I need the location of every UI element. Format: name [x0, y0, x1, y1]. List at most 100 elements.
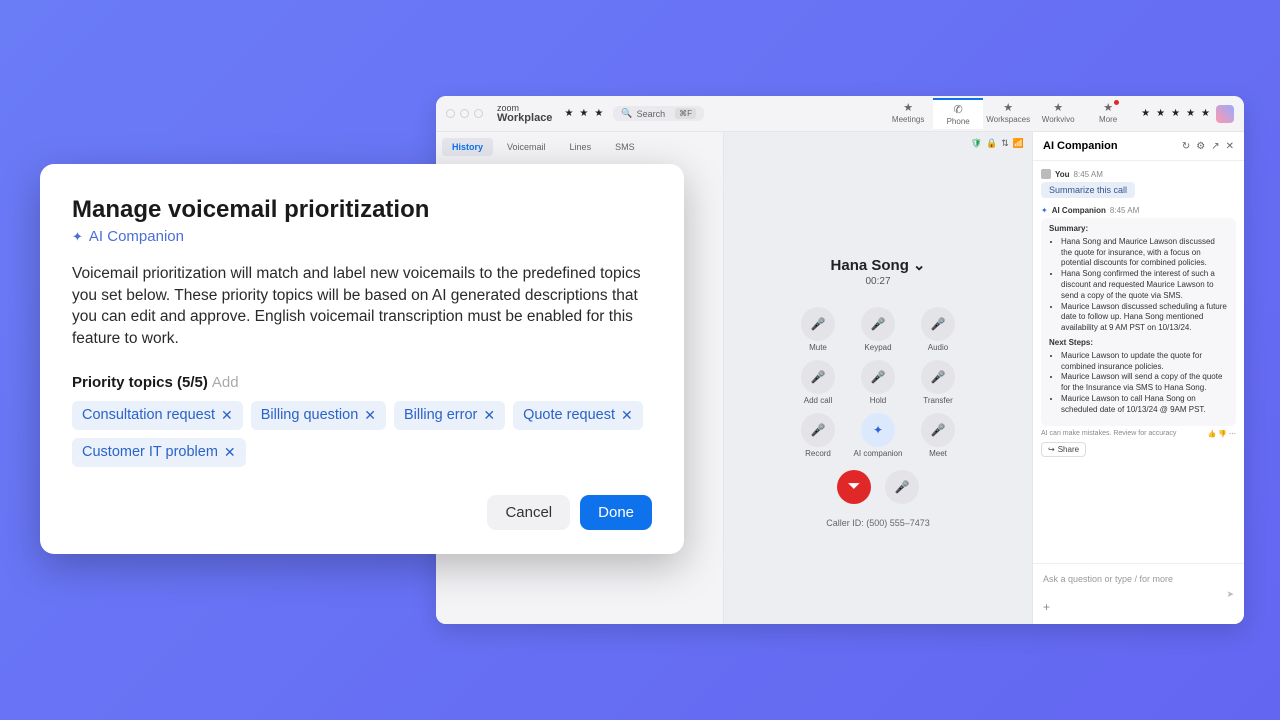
summary-block: Summary: Hana Song and Maurice Lawson di…	[1041, 218, 1236, 426]
phone-down-icon: ⏷	[848, 478, 861, 496]
titlebar: zoomWorkplace ★ ★ ★ 🔍 Search ⌘F ★Meeting…	[436, 96, 1244, 132]
mic-icon: 🎤	[801, 307, 835, 341]
star-icon[interactable]: ★	[564, 108, 573, 119]
phone-icon: ✆	[933, 103, 983, 116]
star-icon[interactable]: ★	[1201, 108, 1210, 119]
timestamp: 8:45 AM	[1110, 206, 1139, 215]
remove-icon[interactable]: ✕	[364, 407, 376, 424]
search-input[interactable]: 🔍 Search ⌘F	[613, 106, 704, 121]
topic-chip[interactable]: Customer IT problem✕	[72, 438, 246, 467]
chevron-down-icon: ⌄	[913, 256, 926, 274]
mic-icon: 🎤	[861, 307, 895, 341]
done-button[interactable]: Done	[580, 495, 652, 530]
gear-icon[interactable]: ⚙	[1196, 141, 1205, 152]
subtab-history[interactable]: History	[442, 138, 493, 156]
companion-input[interactable]: Ask a question or type / for more + ➤	[1033, 563, 1244, 624]
star-icon[interactable]: ★	[1156, 108, 1165, 119]
modal-subtitle: ✦ AI Companion	[72, 228, 652, 245]
plus-icon[interactable]: +	[1043, 600, 1173, 614]
nav-more[interactable]: ★More	[1083, 98, 1133, 129]
mute-button[interactable]: 🎤Mute	[793, 307, 843, 352]
status-indicators: 🛡 🔒 ⇅ 📶	[971, 138, 1024, 149]
panel-title: AI Companion	[1043, 140, 1182, 152]
subtab-sms[interactable]: SMS	[605, 138, 645, 156]
close-icon[interactable]: ✕	[1226, 141, 1234, 152]
add-call-button[interactable]: 🎤Add call	[793, 360, 843, 405]
nav-workvivo[interactable]: ★Workvivo	[1033, 98, 1083, 129]
subtab-lines[interactable]: Lines	[560, 138, 602, 156]
keypad-button[interactable]: 🎤Keypad	[853, 307, 903, 352]
toolbar-icons-right: ★ ★ ★ ★ ★	[1141, 105, 1234, 123]
star-icon[interactable]: ★	[1141, 108, 1150, 119]
lock-icon: 🔒	[986, 138, 997, 149]
ai-companion-panel: AI Companion ↻ ⚙ ↗ ✕ You 8:45 AM Summari…	[1032, 132, 1244, 624]
brand: zoomWorkplace	[497, 104, 552, 124]
voicemail-priority-modal: Manage voicemail prioritization ✦ AI Com…	[40, 164, 684, 554]
remove-icon[interactable]: ✕	[483, 407, 495, 424]
ai-companion-button[interactable]: ✦AI companion	[853, 413, 903, 458]
mic-icon: 🎤	[921, 307, 955, 341]
timestamp: 8:45 AM	[1074, 170, 1103, 179]
modal-description: Voicemail prioritization will match and …	[72, 263, 652, 350]
star-icon[interactable]: ★	[579, 108, 588, 119]
nav-meetings[interactable]: ★Meetings	[883, 98, 933, 129]
topic-chip[interactable]: Quote request✕	[513, 401, 643, 430]
topic-chips: Consultation request✕ Billing question✕ …	[72, 401, 652, 467]
caller-id: Caller ID: (500) 555–7473	[826, 518, 930, 528]
topic-chip[interactable]: Consultation request✕	[72, 401, 243, 430]
priority-topics-header: Priority topics (5/5)Add	[72, 374, 652, 391]
refresh-icon[interactable]: ↻	[1182, 141, 1190, 152]
cancel-button[interactable]: Cancel	[487, 495, 570, 530]
remove-icon[interactable]: ✕	[221, 407, 233, 424]
mic-toggle-button[interactable]: 🎤	[885, 470, 919, 504]
share-button[interactable]: ↪Share	[1041, 442, 1086, 457]
star-icon[interactable]: ★	[594, 108, 603, 119]
star-icon[interactable]: ★	[1171, 108, 1180, 119]
ai-label: AI Companion	[1052, 206, 1106, 215]
mic-icon: 🎤	[801, 360, 835, 394]
user-avatar	[1041, 169, 1051, 179]
add-topic-button[interactable]: Add	[212, 374, 239, 391]
call-controls: 🎤Mute 🎤Keypad 🎤Audio 🎤Add call 🎤Hold 🎤Tr…	[793, 307, 963, 458]
search-shortcut: ⌘F	[675, 108, 696, 119]
panel-header: AI Companion ↻ ⚙ ↗ ✕	[1033, 132, 1244, 161]
signal-bars-icon: 📶	[1013, 138, 1024, 149]
call-timer: 00:27	[865, 276, 890, 287]
minimize-dot[interactable]	[460, 109, 469, 118]
search-icon: 🔍	[621, 108, 632, 119]
maximize-dot[interactable]	[474, 109, 483, 118]
nav-phone[interactable]: ✆Phone	[933, 98, 983, 129]
sparkle-icon: ✦	[72, 229, 83, 245]
modal-actions: Cancel Done	[72, 495, 652, 530]
record-button[interactable]: 🎤Record	[793, 413, 843, 458]
nav-tabs: ★Meetings ✆Phone ★Workspaces ★Workvivo ★…	[883, 98, 1133, 129]
remove-icon[interactable]: ✕	[224, 444, 236, 461]
phone-subtabs: History Voicemail Lines SMS	[436, 132, 723, 162]
user-label: You	[1055, 170, 1070, 179]
mic-icon: 🎤	[861, 360, 895, 394]
topic-chip[interactable]: Billing question✕	[251, 401, 386, 430]
send-icon[interactable]: ➤	[1226, 589, 1234, 600]
mic-icon: 🎤	[801, 413, 835, 447]
caller-name[interactable]: Hana Song⌄	[831, 256, 926, 274]
hangup-button[interactable]: ⏷	[837, 470, 871, 504]
meet-button[interactable]: 🎤Meet	[913, 413, 963, 458]
shield-icon: 🛡	[971, 138, 982, 149]
feedback-icons[interactable]: 👍 👎 ⋯	[1208, 430, 1236, 438]
hold-button[interactable]: 🎤Hold	[853, 360, 903, 405]
mic-icon: 🎤	[921, 413, 955, 447]
popout-icon[interactable]: ↗	[1211, 141, 1219, 152]
window-controls[interactable]	[446, 109, 483, 118]
remove-icon[interactable]: ✕	[621, 407, 633, 424]
close-dot[interactable]	[446, 109, 455, 118]
topic-chip[interactable]: Billing error✕	[394, 401, 505, 430]
nav-workspaces[interactable]: ★Workspaces	[983, 98, 1033, 129]
audio-button[interactable]: 🎤Audio	[913, 307, 963, 352]
mic-icon: 🎤	[921, 360, 955, 394]
avatar[interactable]	[1216, 105, 1234, 123]
transfer-button[interactable]: 🎤Transfer	[913, 360, 963, 405]
disclaimer: AI can make mistakes. Review for accurac…	[1041, 430, 1236, 438]
star-icon[interactable]: ★	[1186, 108, 1195, 119]
summarize-chip[interactable]: Summarize this call	[1041, 182, 1135, 198]
subtab-voicemail[interactable]: Voicemail	[497, 138, 556, 156]
